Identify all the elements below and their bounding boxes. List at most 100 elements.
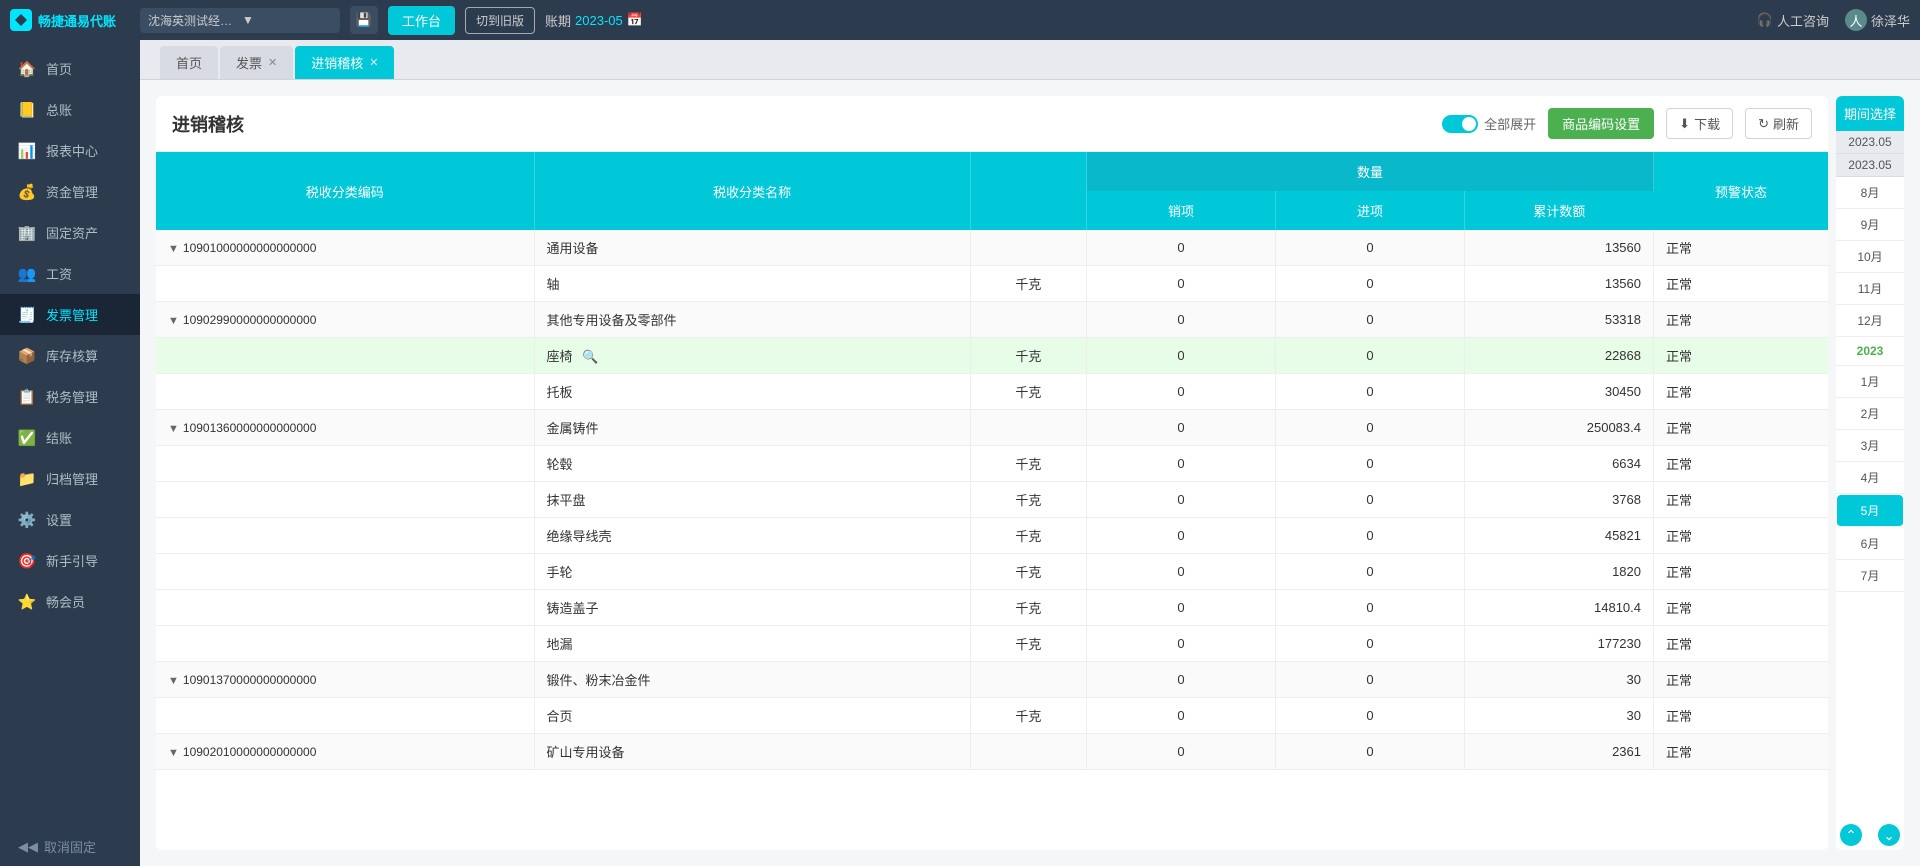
search-icon[interactable]: 🔍 (582, 349, 598, 364)
table-cell-purchase: 0 (1276, 518, 1465, 554)
period-item[interactable]: 4月 (1836, 462, 1904, 494)
table-row (156, 482, 534, 518)
sidebar-item-reports[interactable]: 📊 报表中心 (0, 130, 140, 171)
close-tab-invoices[interactable]: ✕ (268, 56, 277, 69)
table-cell-sale: 0 (1087, 266, 1276, 302)
sidebar-item-home[interactable]: 🏠 首页 (0, 48, 140, 89)
table-cell-purchase: 0 (1276, 734, 1465, 770)
table-cell-total: 30 (1465, 698, 1654, 734)
period-item[interactable]: 10月 (1836, 241, 1904, 273)
sidebar-item-payroll[interactable]: 👥 工资 (0, 253, 140, 294)
period-year-top: 2023.05 (1836, 131, 1904, 154)
group-collapse-icon[interactable]: ▼ (168, 423, 179, 435)
period-next-button[interactable]: ⌃ (1878, 824, 1900, 846)
table-cell-unit: 千克 (970, 626, 1086, 662)
old-version-button[interactable]: 切到旧版 (465, 7, 535, 34)
close-tab-reconciliation[interactable]: ✕ (369, 56, 378, 69)
table-cell-total: 13560 (1465, 230, 1654, 266)
data-table: 税收分类编码 税收分类名称 数量 预警状态 销项 进项 累计数额 (156, 152, 1828, 770)
table-cell-name: 座椅 🔍 (534, 338, 970, 374)
table-cell-purchase: 0 (1276, 626, 1465, 662)
home-icon: 🏠 (18, 60, 36, 78)
tab-reconciliation[interactable]: 进销稽核 ✕ (295, 46, 394, 79)
period-item[interactable]: 3月 (1836, 430, 1904, 462)
service-button[interactable]: 🎧 人工咨询 (1757, 11, 1829, 30)
group-collapse-icon[interactable]: ▼ (168, 747, 179, 759)
group-collapse-icon[interactable]: ▼ (168, 675, 179, 687)
table-cell-name: 合页 (534, 698, 970, 734)
sidebar-pin-toggle[interactable]: ◀◀ 取消固定 (0, 827, 140, 866)
topbar: 畅捷通易代账 沈海英测试经营勿删 ▼ 💾 工作台 切到旧版 账期 2023-05… (0, 0, 1920, 40)
tab-invoices[interactable]: 发票 ✕ (220, 46, 293, 79)
table-cell-status: 正常 (1654, 230, 1829, 266)
sidebar-item-inventory[interactable]: 📦 库存核算 (0, 335, 140, 376)
period-item[interactable]: 8月 (1836, 177, 1904, 209)
period-item[interactable]: 12月 (1836, 305, 1904, 337)
table-cell-unit: 千克 (970, 554, 1086, 590)
sidebar-item-label: 设置 (46, 510, 72, 529)
period-list: 8月9月10月11月12月20231月2月3月4月5月6月7月 (1836, 177, 1904, 820)
expand-toggle[interactable]: 全部展开 (1442, 114, 1536, 133)
settle-icon: ✅ (18, 429, 36, 447)
table-cell-total: 1820 (1465, 554, 1654, 590)
sidebar-item-ledger[interactable]: 📒 总账 (0, 89, 140, 130)
sidebar-item-member[interactable]: ⭐ 畅会员 (0, 581, 140, 622)
sidebar-item-label: 固定资产 (46, 223, 98, 242)
sidebar-item-funds[interactable]: 💰 资金管理 (0, 171, 140, 212)
group-collapse-icon[interactable]: ▼ (168, 315, 179, 327)
table-cell-total: 3768 (1465, 482, 1654, 518)
period-item[interactable]: 9月 (1836, 209, 1904, 241)
table-cell-status: 正常 (1654, 734, 1829, 770)
settings-icon: ⚙️ (18, 511, 36, 529)
member-icon: ⭐ (18, 593, 36, 611)
product-code-button[interactable]: 商品编码设置 (1548, 108, 1654, 139)
refresh-button[interactable]: ↻ 刷新 (1745, 108, 1812, 139)
period-item[interactable]: 1月 (1836, 366, 1904, 398)
period-prev-button[interactable]: ⌃ (1840, 824, 1862, 846)
period-item[interactable]: 2023 (1836, 337, 1904, 366)
toggle-switch[interactable] (1442, 115, 1478, 133)
sidebar-item-settings[interactable]: ⚙️ 设置 (0, 499, 140, 540)
sidebar-item-archive[interactable]: 📁 归档管理 (0, 458, 140, 499)
table-cell-sale: 0 (1087, 698, 1276, 734)
period-item[interactable]: 6月 (1836, 528, 1904, 560)
group-collapse-icon[interactable]: ▼ (168, 243, 179, 255)
table-cell-unit (970, 230, 1086, 266)
period-item[interactable]: 5月 (1837, 495, 1903, 527)
table-cell-name: 绝缘导线壳 (534, 518, 970, 554)
payroll-icon: 👥 (18, 265, 36, 283)
table-cell-name: 手轮 (534, 554, 970, 590)
table-cell-name: 其他专用设备及零部件 (534, 302, 970, 338)
download-button[interactable]: ⬇ 下载 (1666, 108, 1733, 139)
table-row (156, 554, 534, 590)
main-panel: 进销稽核 全部展开 商品编码设置 ⬇ 下载 ↻ 刷新 (156, 96, 1828, 850)
table-cell-unit (970, 410, 1086, 446)
sidebar-item-label: 归档管理 (46, 469, 98, 488)
table-cell-total: 30 (1465, 662, 1654, 698)
table-cell-unit (970, 302, 1086, 338)
user-profile[interactable]: 人 徐泽华 (1845, 9, 1910, 31)
sidebar-item-tax[interactable]: 📋 税务管理 (0, 376, 140, 417)
workbench-button[interactable]: 工作台 (388, 6, 455, 35)
save-button[interactable]: 💾 (350, 6, 378, 34)
sidebar-item-guide[interactable]: 🎯 新手引导 (0, 540, 140, 581)
sidebar-item-settle[interactable]: ✅ 结账 (0, 417, 140, 458)
sidebar-item-label: 结账 (46, 428, 72, 447)
period-item[interactable]: 11月 (1836, 273, 1904, 305)
table-row: ▼10901000000000000000 (156, 230, 534, 266)
table-cell-total: 13560 (1465, 266, 1654, 302)
table-cell-unit: 千克 (970, 446, 1086, 482)
table-cell-status: 正常 (1654, 554, 1829, 590)
sidebar-item-assets[interactable]: 🏢 固定资产 (0, 212, 140, 253)
table-cell-name: 抹平盘 (534, 482, 970, 518)
period-item[interactable]: 7月 (1836, 560, 1904, 592)
period-item[interactable]: 2月 (1836, 398, 1904, 430)
sidebar-item-label: 库存核算 (46, 346, 98, 365)
sidebar-item-invoices[interactable]: 🧾 发票管理 (0, 294, 140, 335)
th-tax-code: 税收分类编码 (156, 152, 534, 230)
company-selector[interactable]: 沈海英测试经营勿删 ▼ (140, 8, 340, 33)
tab-home[interactable]: 首页 (160, 46, 218, 79)
topbar-right: 🎧 人工咨询 人 徐泽华 (1757, 9, 1910, 31)
table-cell-unit: 千克 (970, 590, 1086, 626)
sidebar-item-label: 新手引导 (46, 551, 98, 570)
